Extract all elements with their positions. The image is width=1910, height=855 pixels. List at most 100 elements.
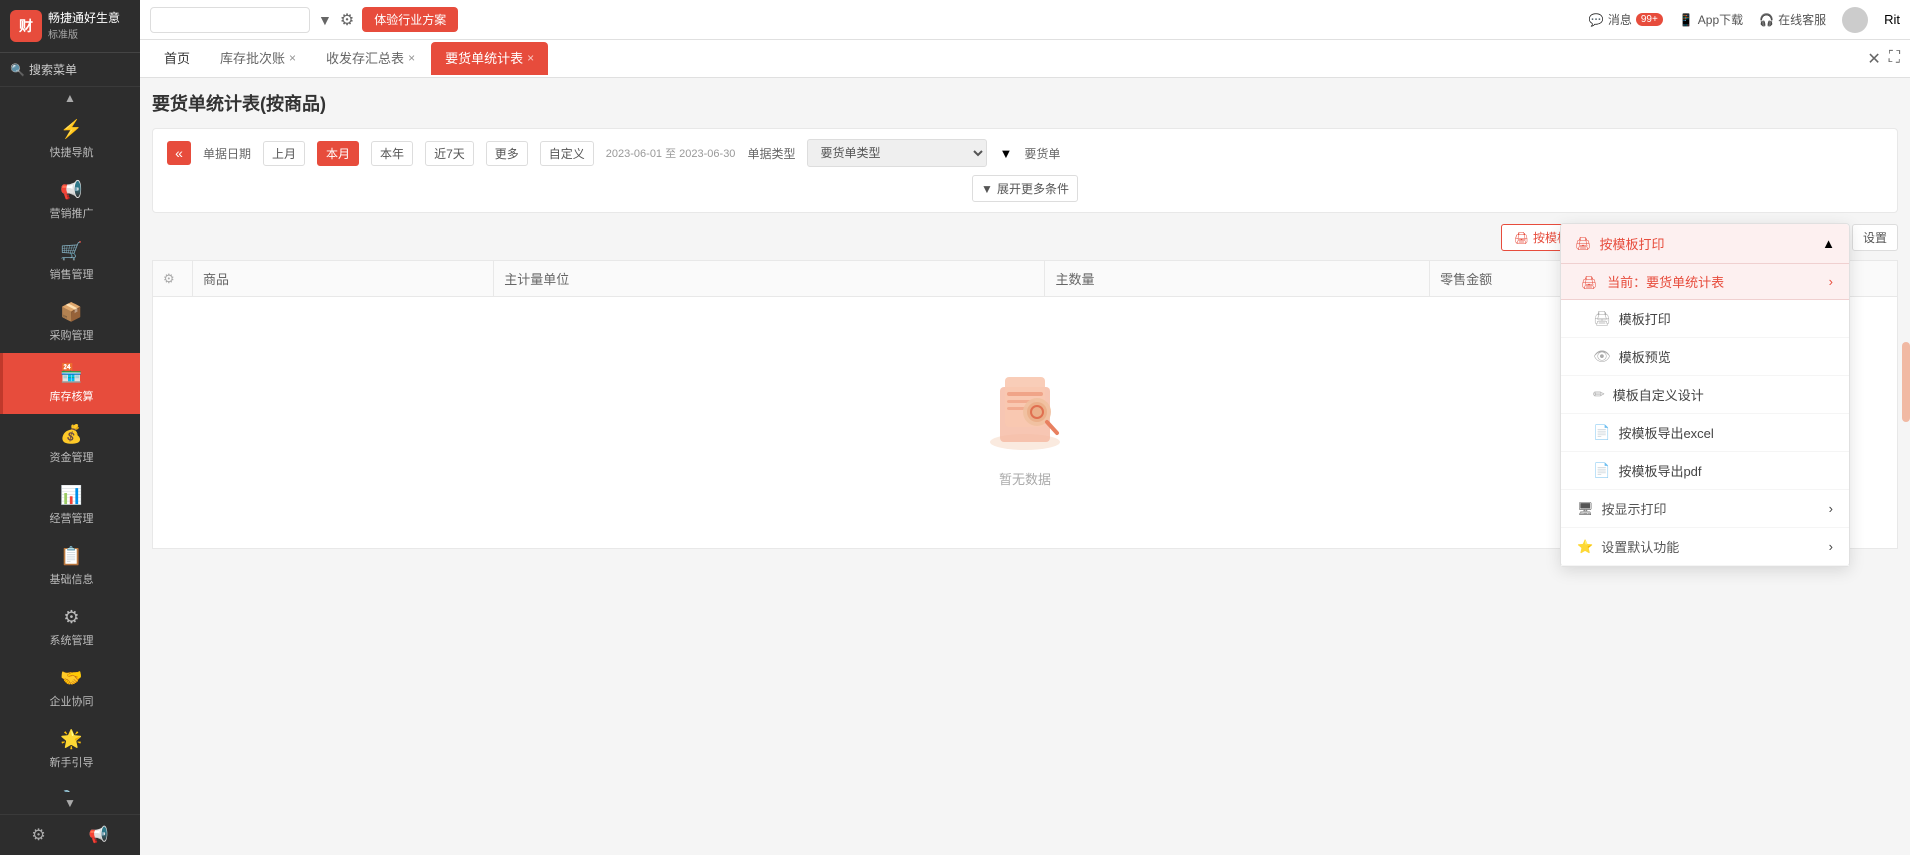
page-content: 要货单统计表(按商品) « 单据日期 上月 本月 本年 近7天 更多 自定义 2… <box>140 78 1910 855</box>
current-chevron-right-icon: › <box>1829 274 1833 289</box>
tab-home[interactable]: 首页 <box>150 42 204 75</box>
empty-illustration <box>975 357 1075 457</box>
set-default-icon: ⭐ <box>1577 539 1593 555</box>
sidebar-item-label: 经营管理 <box>50 510 94 526</box>
sidebar-item-finance[interactable]: 💰 资金管理 <box>0 414 140 475</box>
dropdown-chevron-up-icon[interactable]: ▲ <box>1822 236 1835 251</box>
date-last-month-btn[interactable]: 上月 <box>263 141 305 166</box>
trial-button[interactable]: 体验行业方案 <box>362 7 458 32</box>
tab-home-label: 首页 <box>164 48 190 67</box>
speaker-footer-icon[interactable]: 📢 <box>89 825 109 845</box>
topbar-dropdown-arrow[interactable]: ▼ <box>318 12 332 28</box>
filter-expand-button[interactable]: « <box>167 141 191 165</box>
col-product-header: 商品 <box>193 261 494 297</box>
sidebar-item-label: 库存核算 <box>50 388 94 404</box>
export-pdf-label: 按模板导出pdf <box>1618 461 1701 480</box>
dropdown-item-template-print[interactable]: 🖨 模板打印 <box>1561 300 1849 338</box>
template-design-icon: ✏ <box>1593 386 1605 403</box>
topbar-search-input[interactable] <box>150 7 310 33</box>
date-this-month-btn[interactable]: 本月 <box>317 141 359 166</box>
date-7days-btn[interactable]: 近7天 <box>425 141 474 166</box>
sidebar-item-operations[interactable]: 📊 经营管理 <box>0 475 140 536</box>
template-preview-label: 模板预览 <box>1619 347 1671 366</box>
sidebar-item-label: 采购管理 <box>50 327 94 343</box>
sidebar-scroll-down[interactable]: ▼ <box>0 792 140 814</box>
dropdown-item-export-pdf[interactable]: 📄 按模板导出pdf <box>1561 452 1849 490</box>
sidebar-item-inventory[interactable]: 🏪 库存核算 <box>0 353 140 414</box>
right-scrollbar[interactable] <box>1902 342 1910 422</box>
template-print-icon: 🖨 <box>1593 310 1611 327</box>
sales-icon: 🛒 <box>60 241 82 262</box>
tab-order-summary[interactable]: 要货单统计表 × <box>431 42 548 75</box>
tabs-actions: ✕ ⛶ <box>1867 49 1900 69</box>
tab-inventory-batch-close[interactable]: × <box>289 51 296 65</box>
date-more-btn[interactable]: 更多 <box>486 141 528 166</box>
tab-collection-summary[interactable]: 收发存汇总表 × <box>312 42 429 75</box>
tab-expand-icon[interactable]: ⛶ <box>1889 49 1900 69</box>
shortcut-icon: ⚡ <box>60 119 82 140</box>
type-select-arrow: ▼ <box>999 146 1012 161</box>
dropdown-title: 按模板打印 <box>1600 234 1665 253</box>
dropdown-item-left: 📄 按模板导出excel <box>1593 423 1714 442</box>
type-select[interactable]: 要货单类型 <box>807 139 987 167</box>
sidebar-scroll-up[interactable]: ▲ <box>0 87 140 109</box>
app-edition: 标准版 <box>48 26 120 41</box>
settings-button[interactable]: 设置 <box>1852 224 1898 251</box>
collab-icon: 🤝 <box>60 668 82 689</box>
user-avatar[interactable] <box>1842 7 1868 33</box>
export-excel-icon: 📄 <box>1593 424 1610 441</box>
date-this-year-btn[interactable]: 本年 <box>371 141 413 166</box>
tabs-bar: 首页 库存批次账 × 收发存汇总表 × 要货单统计表 × ✕ ⛶ <box>140 40 1910 78</box>
sidebar-item-collab[interactable]: 🤝 企业协同 <box>0 658 140 719</box>
messages-item[interactable]: 💬 消息 99+ <box>1589 11 1663 28</box>
tab-collection-summary-close[interactable]: × <box>408 51 415 65</box>
dropdown-item-template-design[interactable]: ✏ 模板自定义设计 <box>1561 376 1849 414</box>
sidebar-search-label: 搜索菜单 <box>29 61 77 78</box>
sidebar: 财 畅捷通好生意 标准版 🔍 搜索菜单 ▲ ⚡ 快捷导航 📢 营销推广 🛒 销售… <box>0 0 140 855</box>
tab-order-summary-close[interactable]: × <box>527 51 534 65</box>
filter-bar: « 单据日期 上月 本月 本年 近7天 更多 自定义 2023-06-01 至 … <box>152 128 1898 213</box>
sidebar-item-label: 营销推广 <box>50 205 94 221</box>
marketing-icon: 📢 <box>60 180 82 201</box>
dropdown-item-left: 👁 模板预览 <box>1593 347 1671 366</box>
tab-inventory-batch[interactable]: 库存批次账 × <box>206 42 310 75</box>
sidebar-item-apps[interactable]: 🔧 应用中心 <box>0 780 140 792</box>
yihuo-label: 要货单 <box>1024 145 1060 162</box>
logo-text-block: 畅捷通好生意 标准版 <box>48 11 120 42</box>
dropdown-item-left: ✏ 模板自定义设计 <box>1593 385 1704 404</box>
online-service-label: 在线客服 <box>1778 11 1826 28</box>
sidebar-item-label: 销售管理 <box>50 266 94 282</box>
dropdown-item-export-excel[interactable]: 📄 按模板导出excel <box>1561 414 1849 452</box>
sidebar-item-label: 企业协同 <box>50 693 94 709</box>
app-download-item[interactable]: 📱 App下载 <box>1679 11 1743 28</box>
date-custom-btn[interactable]: 自定义 <box>540 141 594 166</box>
dropdown-item-display-print[interactable]: 🖥 按显示打印 › <box>1561 490 1849 528</box>
tab-close-all-icon[interactable]: ✕ <box>1867 49 1880 69</box>
topbar-gear-icon[interactable]: ⚙ <box>340 10 354 30</box>
current-template-item[interactable]: 🖨 当前：要货单统计表 › <box>1561 264 1849 300</box>
filter-row: « 单据日期 上月 本月 本年 近7天 更多 自定义 2023-06-01 至 … <box>167 139 1883 167</box>
dropdown-item-set-default[interactable]: ⭐ 设置默认功能 › <box>1561 528 1849 566</box>
sidebar-item-label: 新手引导 <box>50 754 94 770</box>
filter-expand-more-button[interactable]: ▼ 展开更多条件 <box>972 175 1078 202</box>
sidebar-item-basic[interactable]: 📋 基础信息 <box>0 536 140 597</box>
sidebar-item-guide[interactable]: 🌟 新手引导 <box>0 719 140 780</box>
sidebar-logo: 财 畅捷通好生意 标准版 <box>0 0 140 53</box>
sidebar-item-marketing[interactable]: 📢 营销推广 <box>0 170 140 231</box>
settings-footer-icon[interactable]: ⚙ <box>31 825 45 845</box>
sidebar-item-purchase[interactable]: 📦 采购管理 <box>0 292 140 353</box>
search-icon: 🔍 <box>10 63 25 77</box>
chevron-up-icon: ▲ <box>64 91 76 105</box>
sidebar-item-sales[interactable]: 🛒 销售管理 <box>0 231 140 292</box>
online-service-item[interactable]: 🎧 在线客服 <box>1759 11 1826 28</box>
tab-collection-summary-label: 收发存汇总表 <box>326 48 404 67</box>
sidebar-item-system[interactable]: ⚙ 系统管理 <box>0 597 140 658</box>
sidebar-item-shortcut[interactable]: ⚡ 快捷导航 <box>0 109 140 170</box>
export-pdf-icon: 📄 <box>1593 462 1610 479</box>
table-gear-icon[interactable]: ⚙ <box>163 271 175 286</box>
dropdown-print-icon: 🖨 <box>1575 236 1592 252</box>
sidebar-search-item[interactable]: 🔍 搜索菜单 <box>0 53 140 87</box>
dropdown-item-template-preview[interactable]: 👁 模板预览 <box>1561 338 1849 376</box>
finance-icon: 💰 <box>60 424 82 445</box>
sidebar-item-label: 基础信息 <box>50 571 94 587</box>
